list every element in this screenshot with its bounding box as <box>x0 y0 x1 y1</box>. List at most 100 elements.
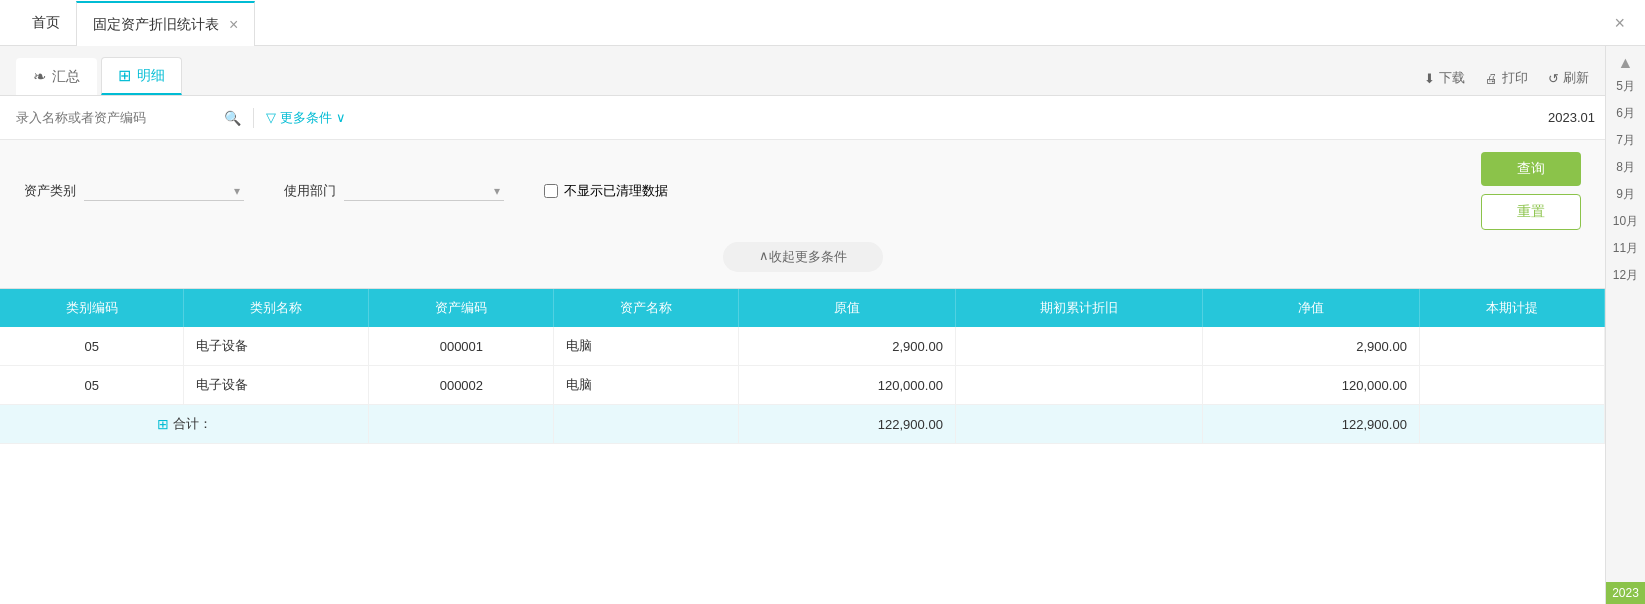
table-row: 05 电子设备 000002 电脑 120,000.00 120,000.00 <box>0 366 1605 405</box>
cell-original-value: 2,900.00 <box>739 327 955 366</box>
sidebar-month-8[interactable]: 8月 <box>1606 155 1645 180</box>
total-original-value: 122,900.00 <box>739 405 955 444</box>
sidebar-scroll-up[interactable]: ▲ <box>1618 54 1634 72</box>
date-display: 2023.01 <box>1548 110 1595 125</box>
download-label: 下载 <box>1439 69 1465 87</box>
summary-icon: ❧ <box>33 67 46 86</box>
filter-row-1: 资产类别 使用部门 不显示已清理数据 <box>24 152 1581 230</box>
cell-asset-code: 000001 <box>369 327 554 366</box>
col-original-value: 原值 <box>739 289 955 327</box>
filter-bar: 🔍 ▽ 更多条件 ∨ <box>0 96 1605 140</box>
col-accumulated-depreciation: 期初累计折旧 <box>955 289 1203 327</box>
asset-type-field: 资产类别 <box>24 181 244 201</box>
sidebar-month-12[interactable]: 12月 <box>1606 263 1645 288</box>
data-table: 类别编码 类别名称 资产编码 资产名称 原值 期初累计折旧 净值 本期计提 05… <box>0 289 1605 444</box>
search-input[interactable] <box>16 110 216 125</box>
col-current-depreciation: 本期计提 <box>1419 289 1604 327</box>
cell-net-value: 120,000.00 <box>1203 366 1419 405</box>
collapse-icon: ∧ <box>759 248 769 266</box>
cell-accumulated-depreciation <box>955 327 1203 366</box>
chevron-down-icon: ∨ <box>336 110 346 125</box>
cell-category-code: 05 <box>0 366 184 405</box>
sidebar-month-11[interactable]: 11月 <box>1606 236 1645 261</box>
department-select[interactable] <box>344 181 504 201</box>
print-icon: 🖨 <box>1485 71 1498 86</box>
cell-category-name: 电子设备 <box>184 366 369 405</box>
department-select-wrapper <box>344 181 504 201</box>
print-button[interactable]: 🖨 打印 <box>1485 69 1528 87</box>
total-accumulated-depreciation <box>955 405 1203 444</box>
no-cleared-label: 不显示已清理数据 <box>564 182 668 200</box>
filter-divider <box>253 108 254 128</box>
download-icon: ⬇ <box>1424 71 1435 86</box>
total-net-value: 122,900.00 <box>1203 405 1419 444</box>
total-row: ⊞ 合计： 122,900.00 122,900.00 <box>0 405 1605 444</box>
nav-home[interactable]: 首页 <box>16 14 76 32</box>
reset-button[interactable]: 重置 <box>1481 194 1581 230</box>
sidebar-month-6[interactable]: 6月 <box>1606 101 1645 126</box>
tab-close-icon[interactable]: × <box>229 16 238 34</box>
print-label: 打印 <box>1502 69 1528 87</box>
sidebar-month-5[interactable]: 5月 <box>1606 74 1645 99</box>
table-header-row: 类别编码 类别名称 资产编码 资产名称 原值 期初累计折旧 净值 本期计提 <box>0 289 1605 327</box>
total-icon: ⊞ <box>157 416 169 432</box>
cell-current-depreciation <box>1419 366 1604 405</box>
toolbar-right: ⬇ 下载 🖨 打印 ↺ 刷新 <box>1424 69 1589 87</box>
window-close-button[interactable]: × <box>1614 12 1625 33</box>
main-content: ❧ 汇总 ⊞ 明细 ⬇ 下载 🖨 打印 ↺ 刷新 🔍 ▽ <box>0 46 1605 604</box>
sidebar-month-9[interactable]: 9月 <box>1606 182 1645 207</box>
cell-asset-name: 电脑 <box>554 366 739 405</box>
no-cleared-group: 不显示已清理数据 <box>544 182 668 200</box>
total-asset-code <box>369 405 554 444</box>
collapse-label: 收起更多条件 <box>769 248 847 266</box>
tab-summary[interactable]: ❧ 汇总 <box>16 58 97 95</box>
nav-tab-active[interactable]: 固定资产折旧统计表 × <box>76 1 255 47</box>
table-row: 05 电子设备 000001 电脑 2,900.00 2,900.00 <box>0 327 1605 366</box>
col-asset-code: 资产编码 <box>369 289 554 327</box>
top-nav: 首页 固定资产折旧统计表 × × <box>0 0 1645 46</box>
tab-title: 固定资产折旧统计表 <box>93 16 219 34</box>
cell-current-depreciation <box>1419 327 1604 366</box>
refresh-button[interactable]: ↺ 刷新 <box>1548 69 1589 87</box>
tab-detail-label: 明细 <box>137 67 165 85</box>
asset-type-select-wrapper <box>84 181 244 201</box>
refresh-icon: ↺ <box>1548 71 1559 86</box>
no-cleared-checkbox[interactable] <box>544 184 558 198</box>
col-net-value: 净值 <box>1203 289 1419 327</box>
more-filter-label: 更多条件 <box>280 109 332 127</box>
download-button[interactable]: ⬇ 下载 <box>1424 69 1465 87</box>
query-button[interactable]: 查询 <box>1481 152 1581 186</box>
right-sidebar: ▲ 5月 6月 7月 8月 9月 10月 11月 12月 2023 <box>1605 46 1645 604</box>
department-field: 使用部门 <box>284 181 504 201</box>
tab-summary-label: 汇总 <box>52 68 80 86</box>
cell-original-value: 120,000.00 <box>739 366 955 405</box>
filter-icon: ▽ <box>266 110 276 125</box>
asset-type-select[interactable] <box>84 181 244 201</box>
department-label: 使用部门 <box>284 182 336 200</box>
total-current-depreciation <box>1419 405 1604 444</box>
collapse-button[interactable]: ∧ 收起更多条件 <box>723 242 883 272</box>
total-asset-name <box>554 405 739 444</box>
cell-asset-name: 电脑 <box>554 327 739 366</box>
advanced-filter: 资产类别 使用部门 不显示已清理数据 <box>0 140 1605 289</box>
sidebar-month-10[interactable]: 10月 <box>1606 209 1645 234</box>
search-icon[interactable]: 🔍 <box>224 110 241 126</box>
col-category-code: 类别编码 <box>0 289 184 327</box>
cell-category-code: 05 <box>0 327 184 366</box>
cell-net-value: 2,900.00 <box>1203 327 1419 366</box>
sidebar-month-7[interactable]: 7月 <box>1606 128 1645 153</box>
total-label-text: 合计： <box>173 415 212 433</box>
refresh-label: 刷新 <box>1563 69 1589 87</box>
asset-type-label: 资产类别 <box>24 182 76 200</box>
cell-category-name: 电子设备 <box>184 327 369 366</box>
cell-asset-code: 000002 <box>369 366 554 405</box>
action-buttons: 查询 重置 <box>1481 152 1581 230</box>
total-label-cell: ⊞ 合计： <box>0 405 369 444</box>
sidebar-year-badge[interactable]: 2023 <box>1606 582 1646 604</box>
tab-detail[interactable]: ⊞ 明细 <box>101 57 182 95</box>
more-filter-button[interactable]: ▽ 更多条件 ∨ <box>266 109 346 127</box>
table-container: 类别编码 类别名称 资产编码 资产名称 原值 期初累计折旧 净值 本期计提 05… <box>0 289 1605 604</box>
col-asset-name: 资产名称 <box>554 289 739 327</box>
detail-icon: ⊞ <box>118 66 131 85</box>
col-category-name: 类别名称 <box>184 289 369 327</box>
